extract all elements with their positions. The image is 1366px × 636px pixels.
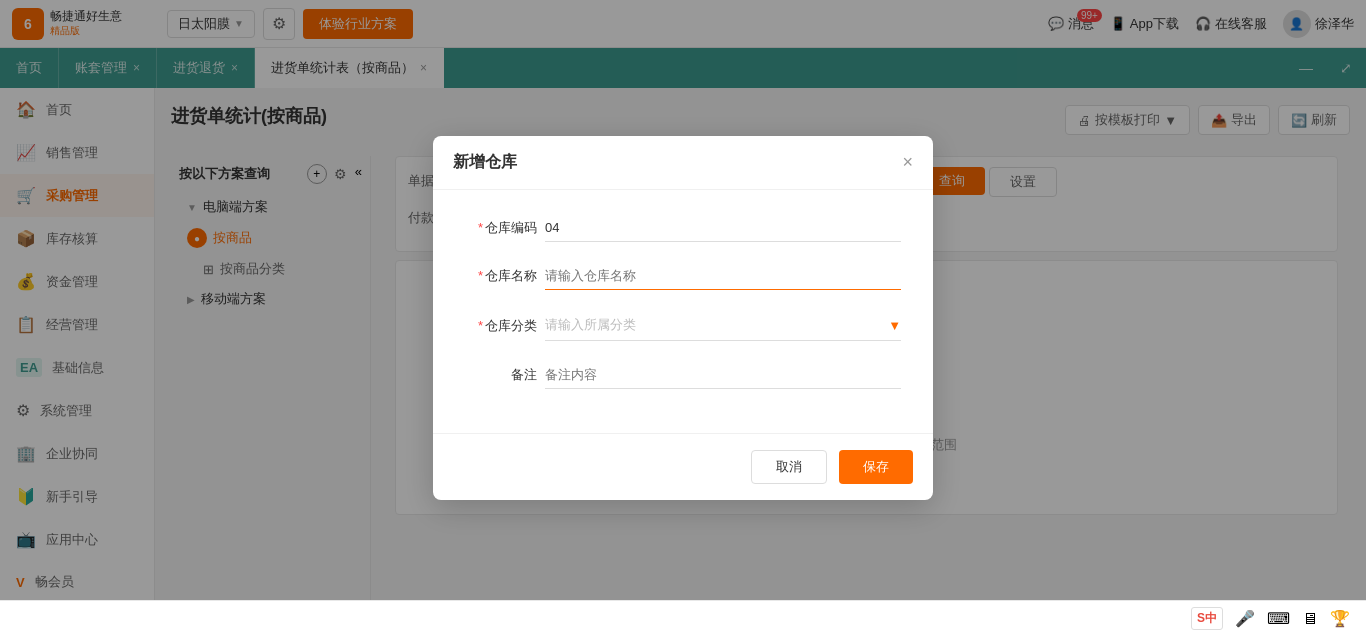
warehouse-name-input[interactable] [545,262,901,290]
dialog-footer: 取消 保存 [433,433,933,500]
warehouse-code-label: 仓库编码 [465,219,545,237]
dialog-close-button[interactable]: × [902,152,913,173]
warehouse-category-label: 仓库分类 [465,317,545,335]
warehouse-code-field: 仓库编码 [465,214,901,242]
dialog-overlay: 新增仓库 × 仓库编码 仓库名称 仓库分类 请输入所属分类 ▼ [0,0,1366,636]
mic-icon[interactable]: 🎤 [1235,609,1255,628]
save-button[interactable]: 保存 [839,450,913,484]
cancel-button[interactable]: 取消 [751,450,827,484]
new-warehouse-dialog: 新增仓库 × 仓库编码 仓库名称 仓库分类 请输入所属分类 ▼ [433,136,933,500]
warehouse-name-field: 仓库名称 [465,262,901,290]
trophy-icon: 🏆 [1330,609,1350,628]
warehouse-category-arrow-icon: ▼ [888,318,901,333]
warehouse-category-placeholder: 请输入所属分类 [545,316,636,334]
dialog-title: 新增仓库 [453,152,517,173]
warehouse-remark-input[interactable] [545,361,901,389]
bottom-bar: S中 🎤 ⌨ 🖥 🏆 [0,600,1366,636]
warehouse-category-field: 仓库分类 请输入所属分类 ▼ [465,310,901,341]
dialog-header: 新增仓库 × [433,136,933,190]
dialog-body: 仓库编码 仓库名称 仓库分类 请输入所属分类 ▼ 备注 [433,190,933,433]
warehouse-category-select[interactable]: 请输入所属分类 ▼ [545,310,901,341]
warehouse-remark-field: 备注 [465,361,901,389]
warehouse-code-input[interactable] [545,214,901,242]
monitor-icon[interactable]: 🖥 [1302,610,1318,628]
sougou-icon: S中 [1191,607,1223,630]
warehouse-remark-label: 备注 [465,366,545,384]
warehouse-name-label: 仓库名称 [465,267,545,285]
keyboard-icon[interactable]: ⌨ [1267,609,1290,628]
